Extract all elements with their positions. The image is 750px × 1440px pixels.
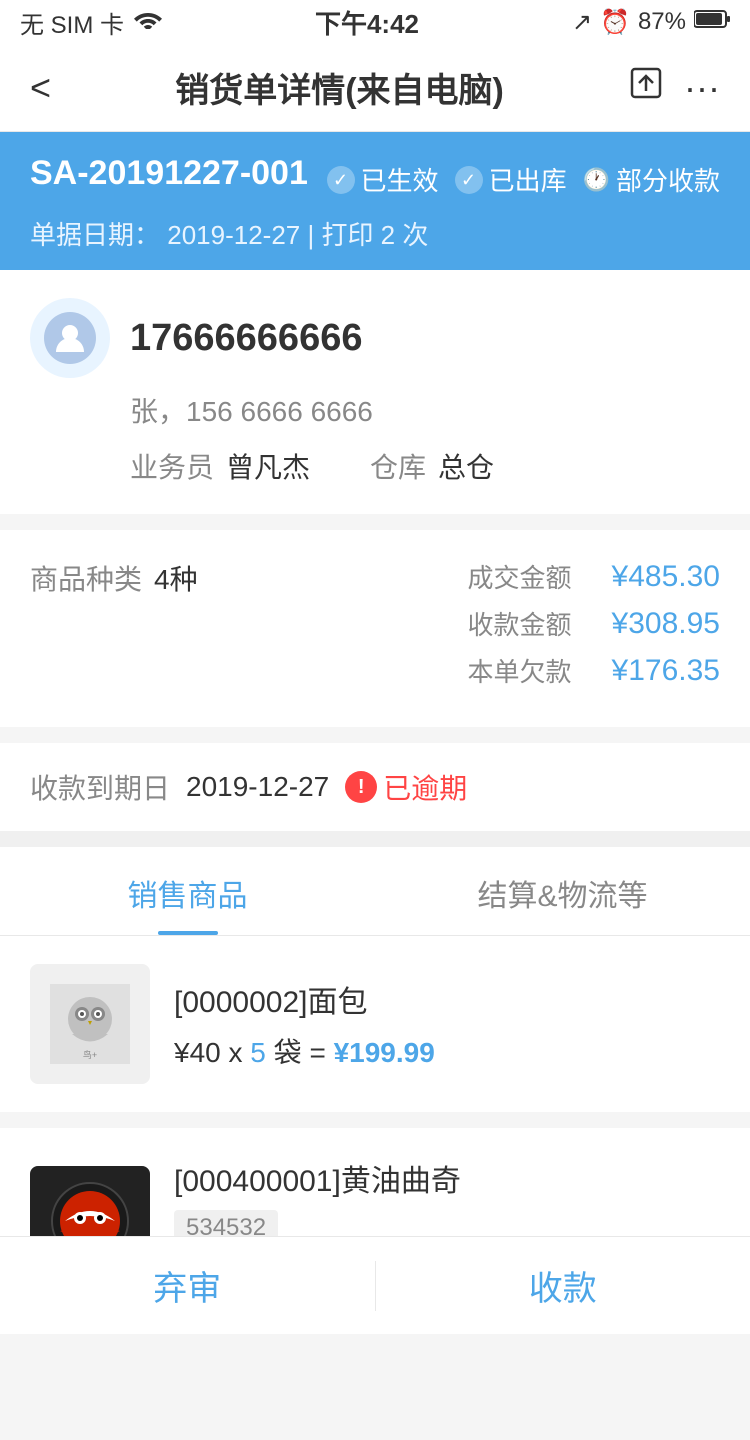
multiply-sign-1: x bbox=[229, 1037, 251, 1068]
battery-label: 87% bbox=[638, 8, 686, 36]
stats-left: 商品种类 4种 bbox=[30, 558, 198, 602]
warehouse-label: 仓库 bbox=[370, 446, 426, 486]
tab-settlement[interactable]: 结算&物流等 bbox=[375, 847, 750, 935]
collection-amount-row: 收款金额 ¥308.95 bbox=[468, 605, 720, 642]
battery-icon bbox=[694, 8, 730, 36]
product-info-1: [0000002]面包 ¥40 x 5 袋 = ¥199.99 bbox=[174, 977, 720, 1071]
quantity-1: 5 bbox=[250, 1037, 266, 1068]
date-value: 2019-12-27 bbox=[167, 220, 300, 250]
collection-amount-label: 收款金额 bbox=[468, 605, 572, 642]
nav-icons: ··· bbox=[628, 65, 720, 110]
tabs-bar: 销售商品 结算&物流等 bbox=[0, 847, 750, 936]
product-list: 鸟+ [0000002]面包 ¥40 x 5 袋 = ¥199.99 bbox=[0, 936, 750, 1440]
status-shipped-label: 已出库 bbox=[489, 161, 567, 198]
product-name-1: [0000002]面包 bbox=[174, 977, 720, 1021]
due-label: 收款到期日 bbox=[30, 767, 170, 807]
status-partial: 🕐 部分收款 bbox=[583, 161, 720, 198]
alarm-icon: ⏰ bbox=[600, 8, 630, 37]
page-title: 销货单详情(来自电脑) bbox=[175, 63, 504, 112]
product-types-item: 商品种类 4种 bbox=[30, 558, 198, 598]
salesman-label: 业务员 bbox=[130, 446, 214, 486]
tabs-separator bbox=[0, 831, 750, 847]
product-price-1: ¥40 x 5 袋 = ¥199.99 bbox=[174, 1031, 720, 1071]
header-badges: ✓ 已生效 ✓ 已出库 🕐 部分收款 bbox=[327, 161, 720, 198]
debt-amount-value: ¥176.35 bbox=[612, 654, 720, 688]
date-label: 单据日期： bbox=[30, 220, 160, 250]
total-price-1: ¥199.99 bbox=[334, 1037, 435, 1068]
more-button[interactable]: ··· bbox=[684, 67, 720, 109]
customer-row: 17666666666 bbox=[30, 298, 720, 378]
status-partial-label: 部分收款 bbox=[616, 161, 720, 198]
header-date: 单据日期： 2019-12-27 | 打印 2 次 bbox=[30, 215, 720, 252]
stats-section: 商品种类 4种 成交金额 ¥485.30 收款金额 ¥308.95 本单欠款 ¥… bbox=[0, 530, 750, 727]
collection-amount-value: ¥308.95 bbox=[612, 607, 720, 641]
customer-meta: 业务员 曾凡杰 仓库 总仓 bbox=[130, 446, 720, 486]
order-id: SA-20191227-001 bbox=[30, 154, 308, 193]
salesman-item: 业务员 曾凡杰 bbox=[130, 446, 310, 486]
avatar-icon bbox=[44, 312, 96, 364]
reject-button[interactable]: 弃审 bbox=[0, 1237, 375, 1334]
status-time: 下午4:42 bbox=[315, 4, 419, 41]
clock-icon: 🕐 bbox=[583, 167, 610, 193]
unit-1: 袋 bbox=[274, 1037, 302, 1068]
collect-button[interactable]: 收款 bbox=[376, 1237, 750, 1334]
header-banner: SA-20191227-001 ✓ 已生效 ✓ 已出库 🕐 部分收款 单据日期：… bbox=[0, 132, 750, 270]
product-name-2: [000400001]黄油曲奇 bbox=[174, 1156, 720, 1200]
product-thumbnail-1: 鸟+ bbox=[30, 964, 150, 1084]
salesman-value: 曾凡杰 bbox=[226, 446, 310, 486]
print-label: | 打印 2 次 bbox=[307, 220, 428, 250]
status-right: ↗ ⏰ 87% bbox=[572, 8, 730, 37]
unit-price-1: ¥40 bbox=[174, 1037, 221, 1068]
status-shipped: ✓ 已出库 bbox=[455, 161, 567, 198]
product-types-value: 4种 bbox=[154, 558, 198, 598]
status-left: 无 SIM 卡 bbox=[20, 5, 162, 40]
bottom-bar: 弃审 收款 bbox=[0, 1236, 750, 1334]
customer-section: 17666666666 张，156 6666 6666 业务员 曾凡杰 仓库 总… bbox=[0, 270, 750, 514]
due-date: 2019-12-27 bbox=[186, 771, 329, 803]
debt-amount-label: 本单欠款 bbox=[468, 652, 572, 689]
wifi-icon bbox=[134, 8, 162, 36]
status-bar: 无 SIM 卡 下午4:42 ↗ ⏰ 87% bbox=[0, 0, 750, 44]
overdue-badge: ! 已逾期 bbox=[345, 767, 467, 807]
customer-name: 张，156 6666 6666 bbox=[130, 390, 720, 430]
stats-right: 成交金额 ¥485.30 收款金额 ¥308.95 本单欠款 ¥176.35 bbox=[468, 558, 720, 699]
overdue-text: 已逾期 bbox=[383, 767, 467, 807]
warehouse-item: 仓库 总仓 bbox=[370, 446, 494, 486]
list-item: 鸟+ [0000002]面包 ¥40 x 5 袋 = ¥199.99 bbox=[0, 936, 750, 1112]
location-icon: ↗ bbox=[572, 8, 592, 37]
svg-text:鸟+: 鸟+ bbox=[83, 1049, 97, 1060]
equals-sign-1: = bbox=[309, 1037, 333, 1068]
stats-row: 商品种类 4种 成交金额 ¥485.30 收款金额 ¥308.95 本单欠款 ¥… bbox=[30, 558, 720, 699]
deal-amount-row: 成交金额 ¥485.30 bbox=[468, 558, 720, 595]
share-button[interactable] bbox=[628, 65, 664, 110]
back-button[interactable]: < bbox=[30, 67, 51, 109]
status-effective-label: 已生效 bbox=[361, 161, 439, 198]
overdue-icon: ! bbox=[345, 771, 377, 803]
carrier-label: 无 SIM 卡 bbox=[20, 5, 124, 40]
warehouse-value: 总仓 bbox=[438, 446, 494, 486]
deal-amount-label: 成交金额 bbox=[468, 558, 572, 595]
status-effective: ✓ 已生效 bbox=[327, 161, 439, 198]
customer-phone: 17666666666 bbox=[130, 317, 362, 360]
check-icon-1: ✓ bbox=[327, 166, 355, 194]
debt-amount-row: 本单欠款 ¥176.35 bbox=[468, 652, 720, 689]
nav-bar: < 销货单详情(来自电脑) ··· bbox=[0, 44, 750, 132]
due-section: 收款到期日 2019-12-27 ! 已逾期 bbox=[0, 743, 750, 831]
deal-amount-value: ¥485.30 bbox=[612, 560, 720, 594]
avatar bbox=[30, 298, 110, 378]
check-icon-2: ✓ bbox=[455, 166, 483, 194]
tab-sales-products[interactable]: 销售商品 bbox=[0, 847, 375, 935]
product-types-label: 商品种类 bbox=[30, 558, 142, 598]
